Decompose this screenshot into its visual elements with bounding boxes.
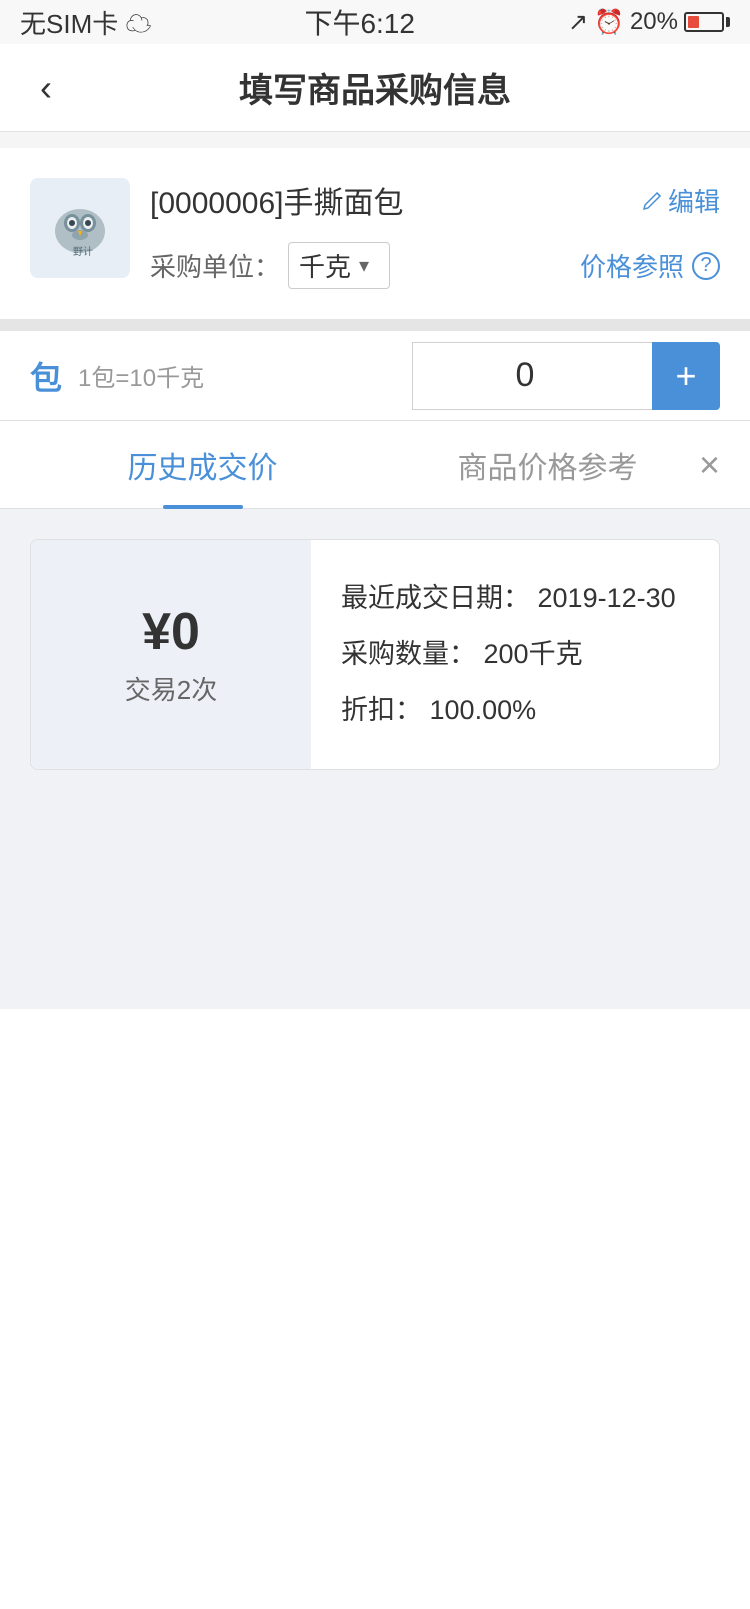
recent-date-label: 最近成交日期： (341, 583, 530, 613)
brand-logo-svg: 野计 (45, 193, 115, 263)
dropdown-arrow-icon: ▾ (359, 253, 369, 278)
tab-close-button[interactable]: × (689, 434, 730, 496)
edit-button[interactable]: 编辑 (642, 182, 720, 219)
tab-product-price[interactable]: 商品价格参考 (375, 421, 720, 509)
carrier-text: 无SIM卡 ☁ (20, 4, 151, 41)
quantity-row: 包 1包=10千克 + (0, 331, 750, 421)
unit-select[interactable]: 千克 ▾ (288, 242, 390, 289)
tabs-container: 历史成交价 商品价格参考 × (0, 421, 750, 509)
price-right-panel: 最近成交日期： 2019-12-30 采购数量： 200千克 折扣： 100.0… (311, 540, 719, 769)
product-name: [0000006]手撕面包 (150, 178, 403, 222)
quantity-label: 包 1包=10千克 (30, 353, 204, 399)
purchase-qty-row: 采购数量： 200千克 (341, 636, 689, 674)
battery-text: 20% (630, 8, 678, 36)
tab-active-indicator (163, 505, 243, 509)
quantity-input[interactable] (412, 342, 652, 410)
purchase-qty-label: 采购数量： (341, 639, 476, 669)
price-transactions: 交易2次 (125, 670, 217, 707)
quantity-plus-button[interactable]: + (652, 342, 720, 410)
unit-prefix: 采购单位： (150, 247, 280, 284)
currency-symbol: ¥ (142, 603, 171, 661)
price-card: ¥0 交易2次 最近成交日期： 2019-12-30 采购数量： 200千克 折… (30, 539, 720, 770)
edit-icon (642, 189, 664, 211)
page-title: 填写商品采购信息 (239, 63, 511, 112)
quantity-unit: 包 (30, 353, 62, 399)
discount-row: 折扣： 100.00% (341, 692, 689, 730)
price-value: 0 (171, 603, 200, 661)
price-ref-label: 价格参照 (580, 247, 684, 284)
status-right: ↗ ⏰ 20% (568, 8, 730, 37)
tab-product-label: 商品价格参考 (458, 443, 638, 487)
discount-label: 折扣： (341, 695, 422, 725)
price-left-panel: ¥0 交易2次 (31, 540, 311, 769)
recent-date-row: 最近成交日期： 2019-12-30 (341, 580, 689, 618)
location-icon: ↗ (568, 8, 588, 37)
alarm-icon: ⏰ (594, 8, 624, 37)
tab-history-price[interactable]: 历史成交价 (30, 421, 375, 509)
status-bar: 无SIM卡 ☁ 下午6:12 ↗ ⏰ 20% (0, 0, 750, 44)
quantity-conversion: 1包=10千克 (78, 358, 204, 393)
unit-value: 千克 (299, 247, 351, 284)
product-logo: 野计 (40, 188, 120, 268)
edit-label: 编辑 (668, 182, 720, 219)
product-details: [0000006]手撕面包 编辑 采购单位： 千克 ▾ 价格参照 ? (150, 178, 720, 289)
product-header: [0000006]手撕面包 编辑 (150, 178, 720, 222)
tab-history-label: 历史成交价 (128, 443, 278, 487)
price-ref-help-icon: ? (692, 252, 720, 280)
discount-value: 100.00% (430, 695, 537, 725)
purchase-qty-value: 200千克 (484, 639, 583, 669)
product-card: 野计 [0000006]手撕面包 编辑 采购单位： 千克 ▾ (0, 148, 750, 319)
recent-date-value: 2019-12-30 (538, 583, 676, 613)
section-divider (0, 319, 750, 331)
svg-text:野计: 野计 (73, 245, 93, 258)
nav-bar: ‹ 填写商品采购信息 (0, 44, 750, 132)
price-amount: ¥0 (142, 602, 200, 662)
product-unit-row: 采购单位： 千克 ▾ 价格参照 ? (150, 242, 720, 289)
back-button[interactable]: ‹ (30, 57, 62, 119)
plus-icon: + (675, 355, 696, 397)
status-time: 下午6:12 (304, 2, 415, 42)
price-reference-button[interactable]: 价格参照 ? (580, 247, 720, 284)
content-area: ¥0 交易2次 最近成交日期： 2019-12-30 采购数量： 200千克 折… (0, 509, 750, 1009)
unit-label: 采购单位： 千克 ▾ (150, 242, 390, 289)
bottom-area (0, 1009, 750, 1609)
status-left: 无SIM卡 ☁ (20, 4, 151, 41)
product-image: 野计 (30, 178, 130, 278)
battery-icon (684, 12, 730, 32)
quantity-input-group: + (412, 342, 720, 410)
